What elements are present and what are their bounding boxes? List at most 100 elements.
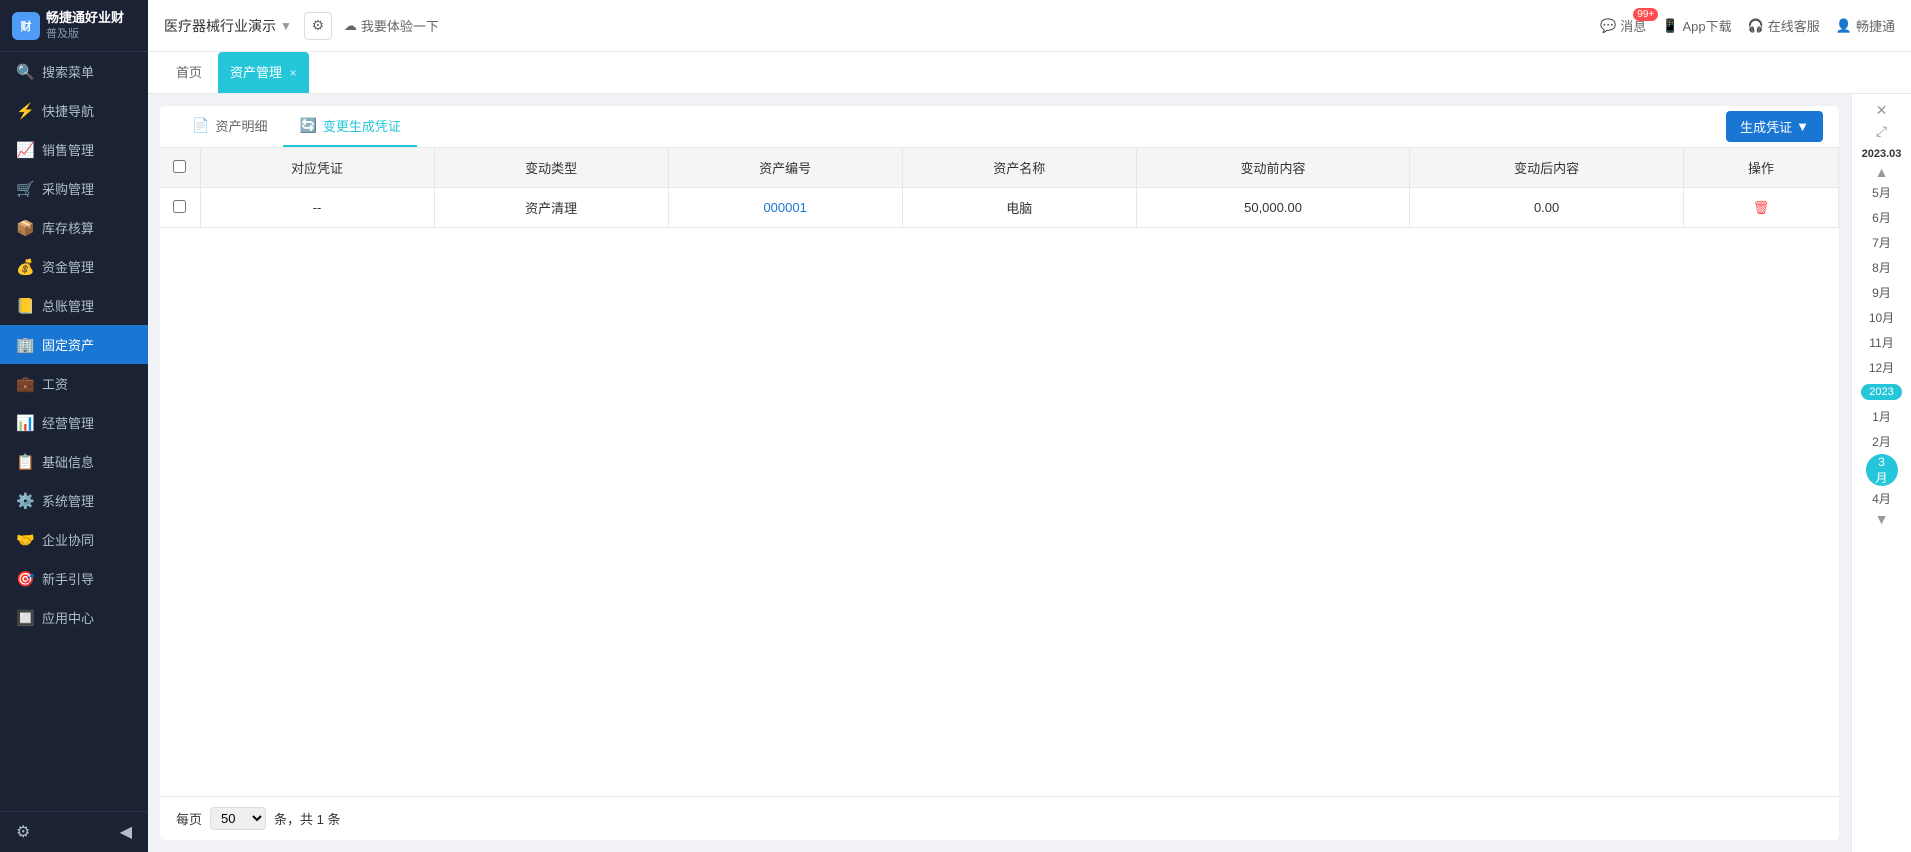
page-size-select[interactable]: 10 20 50 100: [210, 807, 266, 830]
inventory-icon: 📦: [16, 219, 34, 237]
sidebar-item-purchase[interactable]: 🛒 采购管理: [0, 169, 148, 208]
cal-month-11[interactable]: 11月: [1852, 330, 1911, 355]
sidebar-item-sales[interactable]: 📈 销售管理: [0, 130, 148, 169]
sidebar-item-finance-label: 资金管理: [42, 257, 94, 276]
sub-tab-asset-detail[interactable]: 📄 资产明细: [176, 106, 283, 147]
row-voucher: --: [200, 188, 434, 228]
sub-tab-change-voucher[interactable]: 🔄 变更生成凭证: [283, 106, 416, 147]
delete-icon[interactable]: 🗑: [1753, 200, 1770, 215]
tab-asset-mgmt[interactable]: 资产管理 ×: [218, 52, 309, 93]
logo-icon: 财: [12, 12, 40, 40]
table-row: -- 资产清理 000001 电脑 50,000.00 0.00 🗑: [160, 188, 1839, 228]
sidebar-item-app-center[interactable]: 🔲 应用中心: [0, 598, 148, 637]
cal-month-1[interactable]: 1月: [1852, 404, 1911, 429]
sidebar-menu: 🔍 搜索菜单 ⚡ 快捷导航 📈 销售管理 🛒 采购管理 📦 库存核算 💰 资金管…: [0, 52, 148, 811]
page-area: 📄 资产明细 🔄 变更生成凭证 生成凭证 ▼: [148, 94, 1911, 852]
sidebar-logo: 财 畅捷通好业财 普及版: [0, 0, 148, 52]
sidebar-item-purchase-label: 采购管理: [42, 179, 94, 198]
sidebar-item-guide[interactable]: 🎯 新手引导: [0, 559, 148, 598]
sidebar-item-guide-label: 新手引导: [42, 569, 94, 588]
sub-tabs: 📄 资产明细 🔄 变更生成凭证 生成凭证 ▼: [160, 106, 1839, 148]
generate-voucher-button[interactable]: 生成凭证 ▼: [1726, 111, 1823, 142]
sidebar-item-basic-info-label: 基础信息: [42, 452, 94, 471]
experience-button[interactable]: ☁ 我要体验一下: [344, 16, 439, 35]
cal-month-3-active[interactable]: 3月: [1866, 454, 1898, 486]
sidebar-item-ledger-label: 总账管理: [42, 296, 94, 315]
sidebar-item-app-center-label: 应用中心: [42, 608, 94, 627]
gear-icon: ⚙: [312, 17, 325, 34]
col-before: 变动前内容: [1136, 148, 1410, 188]
table-container: 对应凭证 变动类型 资产编号 资产名称 变动前内容 变动后内容 操作: [160, 148, 1839, 796]
select-all-checkbox[interactable]: [173, 160, 186, 173]
system-icon: ⚙️: [16, 492, 34, 510]
settings-button[interactable]: ⚙: [304, 12, 332, 40]
cal-month-12[interactable]: 12月: [1852, 355, 1911, 380]
calendar-close-icon[interactable]: ✕: [1876, 102, 1888, 119]
cal-month-4[interactable]: 4月: [1852, 486, 1911, 511]
sidebar-item-sales-label: 销售管理: [42, 140, 94, 159]
cal-month-9[interactable]: 9月: [1852, 280, 1911, 305]
sidebar-item-salary-label: 工资: [42, 374, 68, 393]
sidebar-item-ledger[interactable]: 📒 总账管理: [0, 286, 148, 325]
col-asset-name: 资产名称: [902, 148, 1136, 188]
settings-gear-icon[interactable]: ⚙: [16, 822, 30, 842]
cloud-icon: ☁: [344, 18, 357, 34]
calendar-year-header: 2023.03: [1862, 148, 1902, 160]
calendar-months-section: 5月 6月 7月 8月 9月 10月 11月 12月 2023 1月 2月 3月…: [1852, 180, 1911, 511]
sidebar-item-basic-info[interactable]: 📋 基础信息: [0, 442, 148, 481]
col-ops: 操作: [1683, 148, 1838, 188]
sidebar-item-enterprise[interactable]: 🤝 企业协同: [0, 520, 148, 559]
salary-icon: 💼: [16, 375, 34, 393]
user-menu[interactable]: 👤 畅捷通: [1836, 16, 1895, 35]
sidebar-item-fixed-assets[interactable]: 🏢 固定资产: [0, 325, 148, 364]
total-label: 条，共 1 条: [274, 809, 340, 828]
cal-month-7[interactable]: 7月: [1852, 230, 1911, 255]
sidebar-item-search[interactable]: 🔍 搜索菜单: [0, 52, 148, 91]
sub-tab-asset-detail-label: 资产明细: [215, 116, 267, 135]
calendar-year-badge[interactable]: 2023: [1861, 384, 1901, 400]
row-checkbox[interactable]: [173, 200, 186, 213]
cal-month-2[interactable]: 2月: [1852, 429, 1911, 454]
tab-home[interactable]: 首页: [164, 52, 214, 93]
calendar-panel: ✕ ⤢ 2023.03 ▲ 5月 6月 7月 8月 9月 10月 11月 12月…: [1851, 94, 1911, 852]
sidebar-item-operations[interactable]: 📊 经营管理: [0, 403, 148, 442]
sidebar-item-finance[interactable]: 💰 资金管理: [0, 247, 148, 286]
collapse-icon[interactable]: ◀: [120, 822, 132, 842]
asset-detail-icon: 📄: [192, 117, 209, 134]
search-icon: 🔍: [16, 63, 34, 81]
tab-bar: 首页 资产管理 ×: [148, 52, 1911, 94]
row-asset-no[interactable]: 000001: [668, 188, 902, 228]
ledger-icon: 📒: [16, 297, 34, 315]
sidebar-item-quick-nav-label: 快捷导航: [42, 101, 94, 120]
calendar-up-icon[interactable]: ▲: [1875, 164, 1889, 180]
app-download-button[interactable]: 📱 App下载: [1662, 16, 1731, 35]
tab-close-icon[interactable]: ×: [290, 66, 297, 80]
page-size-label: 每页: [176, 809, 202, 828]
col-after: 变动后内容: [1410, 148, 1684, 188]
company-selector[interactable]: 医疗器械行业演示 ▼: [164, 16, 292, 36]
sidebar-item-salary[interactable]: 💼 工资: [0, 364, 148, 403]
col-change-type: 变动类型: [434, 148, 668, 188]
cal-month-8[interactable]: 8月: [1852, 255, 1911, 280]
message-badge: 99+: [1633, 8, 1658, 21]
sidebar-item-enterprise-label: 企业协同: [42, 530, 94, 549]
company-chevron-icon: ▼: [280, 19, 292, 33]
online-service-button[interactable]: 🎧 在线客服: [1748, 16, 1820, 35]
sidebar-item-inventory-label: 库存核算: [42, 218, 94, 237]
cal-month-5[interactable]: 5月: [1852, 180, 1911, 205]
message-button[interactable]: 💬 消息 99+: [1600, 16, 1646, 35]
message-icon: 💬: [1600, 18, 1616, 34]
row-checkbox-cell: [160, 188, 200, 228]
table-header-row: 对应凭证 变动类型 资产编号 资产名称 变动前内容 变动后内容 操作: [160, 148, 1839, 188]
calendar-down-icon[interactable]: ▼: [1875, 511, 1889, 527]
purchase-icon: 🛒: [16, 180, 34, 198]
enterprise-icon: 🤝: [16, 531, 34, 549]
cal-month-10[interactable]: 10月: [1852, 305, 1911, 330]
sidebar-item-inventory[interactable]: 📦 库存核算: [0, 208, 148, 247]
finance-icon: 💰: [16, 258, 34, 276]
logo-sub: 普及版: [46, 25, 124, 41]
cal-month-6[interactable]: 6月: [1852, 205, 1911, 230]
sidebar-item-quick-nav[interactable]: ⚡ 快捷导航: [0, 91, 148, 130]
calendar-expand-icon[interactable]: ⤢: [1876, 123, 1887, 140]
sidebar-item-system[interactable]: ⚙️ 系统管理: [0, 481, 148, 520]
